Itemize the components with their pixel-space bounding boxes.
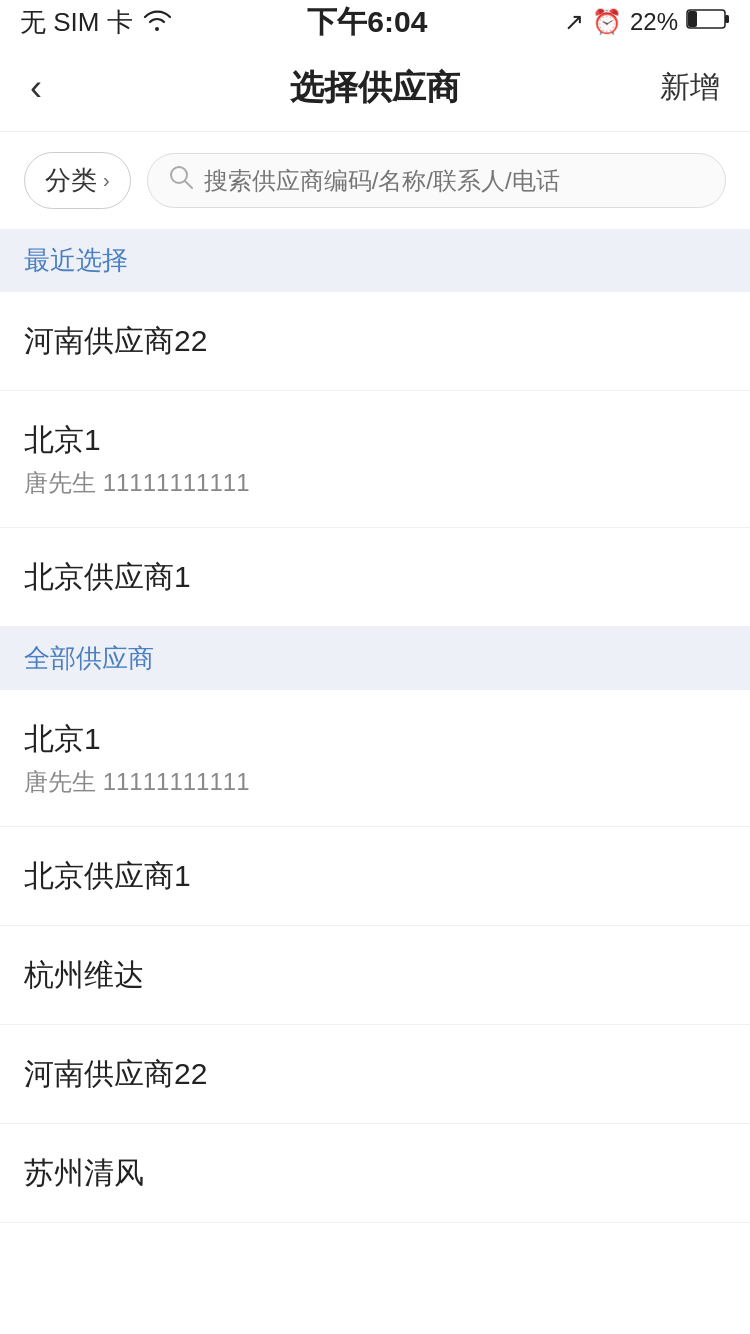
supplier-name: 杭州维达 <box>24 954 726 996</box>
chevron-right-icon: › <box>103 169 110 192</box>
list-item[interactable]: 河南供应商22 <box>0 1025 750 1124</box>
status-left: 无 SIM 卡 <box>20 5 171 40</box>
supplier-detail: 唐先生 11111111111 <box>24 766 726 798</box>
supplier-name: 北京1 <box>24 419 726 461</box>
list-item[interactable]: 苏州清风 <box>0 1124 750 1223</box>
section-header-all: 全部供应商 <box>0 627 750 690</box>
svg-rect-1 <box>725 15 729 23</box>
status-bar: 无 SIM 卡 下午6:04 ↗ ⏰ 22% <box>0 0 750 44</box>
svg-line-4 <box>185 181 192 188</box>
list-item[interactable]: 北京供应商1 <box>0 528 750 627</box>
category-label: 分类 <box>45 163 97 198</box>
page-title: 选择供应商 <box>290 65 460 111</box>
no-sim-label: 无 SIM 卡 <box>20 5 133 40</box>
list-item[interactable]: 北京供应商1 <box>0 827 750 926</box>
supplier-name: 河南供应商22 <box>24 1053 726 1095</box>
nav-bar: ‹ 选择供应商 新增 <box>0 44 750 132</box>
section-header-recent: 最近选择 <box>0 229 750 292</box>
supplier-name: 北京供应商1 <box>24 855 726 897</box>
supplier-detail: 唐先生 11111111111 <box>24 467 726 499</box>
search-icon <box>168 164 194 197</box>
svg-rect-2 <box>688 11 697 27</box>
supplier-name: 北京供应商1 <box>24 556 726 598</box>
status-right: ↗ ⏰ 22% <box>564 8 730 36</box>
location-icon: ↗ <box>564 8 584 36</box>
add-button[interactable]: 新增 <box>660 67 720 108</box>
list-item[interactable]: 杭州维达 <box>0 926 750 1025</box>
status-time: 下午6:04 <box>307 2 427 43</box>
supplier-name: 河南供应商22 <box>24 320 726 362</box>
battery-label: 22% <box>630 8 678 36</box>
filter-row: 分类 › <box>0 132 750 229</box>
list-item[interactable]: 河南供应商22 <box>0 292 750 391</box>
list-item[interactable]: 北京1 唐先生 11111111111 <box>0 391 750 528</box>
list-item[interactable]: 北京1 唐先生 11111111111 <box>0 690 750 827</box>
supplier-name: 北京1 <box>24 718 726 760</box>
category-filter-button[interactable]: 分类 › <box>24 152 131 209</box>
supplier-name: 苏州清风 <box>24 1152 726 1194</box>
back-button[interactable]: ‹ <box>30 67 90 109</box>
supplier-list: 最近选择河南供应商22 北京1 唐先生 11111111111 北京供应商1 全部供应商… <box>0 229 750 1223</box>
battery-icon <box>686 8 730 36</box>
wifi-icon <box>143 7 171 38</box>
search-box[interactable] <box>147 153 726 208</box>
search-input[interactable] <box>204 167 705 195</box>
alarm-icon: ⏰ <box>592 8 622 36</box>
